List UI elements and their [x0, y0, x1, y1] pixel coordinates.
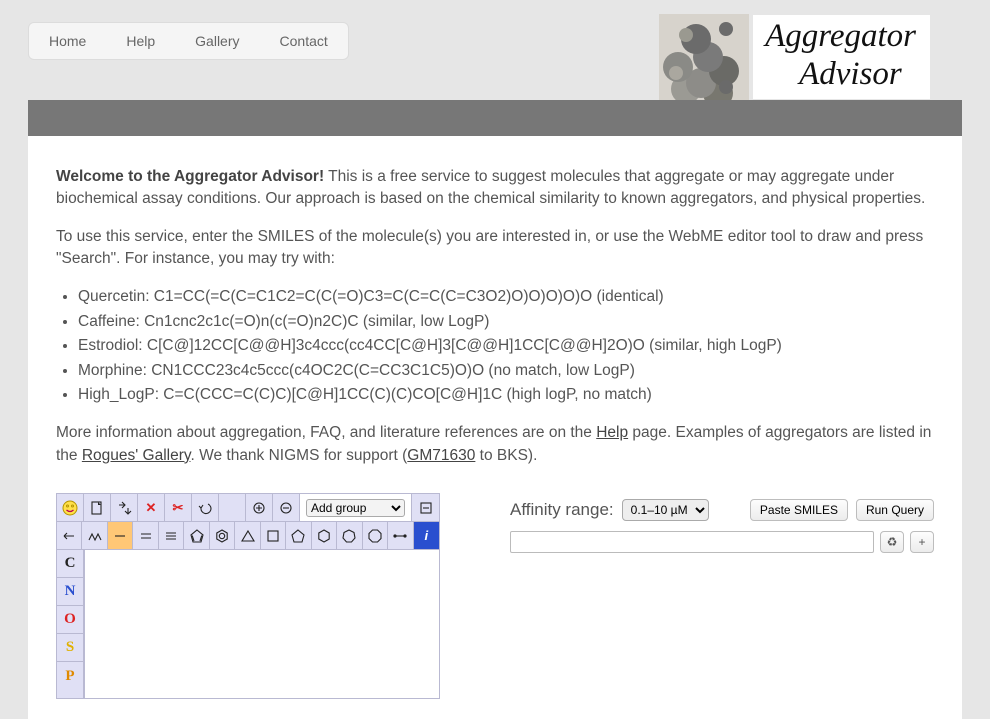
editor-toolbar-1: ✕ ✂ Add group: [57, 494, 439, 522]
single-bond-tool[interactable]: [108, 522, 133, 549]
octagon-ring-tool[interactable]: [363, 522, 388, 549]
more-info-text: More information about aggregation, FAQ,…: [56, 424, 596, 441]
list-item: Quercetin: C1=CC(=C(C=C1C2=C(C(=O)C3=C(C…: [78, 286, 934, 308]
example-list: Quercetin: C1=CC(=C(C=C1C2=C(C(=O)C3=C(C…: [60, 286, 934, 406]
list-item: High_LogP: C=C(CCC=C(C)C)[C@H]1CC(C)(C)C…: [78, 384, 934, 406]
bond-arrow-tool[interactable]: [388, 522, 413, 549]
smiles-input[interactable]: [510, 531, 874, 553]
howto-text: To use this service, enter the SMILES of…: [56, 226, 934, 271]
drawing-canvas[interactable]: [84, 550, 439, 698]
list-item: Morphine: CN1CCC23c4c5ccc(c4OC2C(C=CC3C1…: [78, 360, 934, 382]
list-item: Caffeine: Cn1cnc2c1c(=O)n(c(=O)n2C)C (si…: [78, 311, 934, 333]
header-bar: [28, 100, 962, 136]
new-icon[interactable]: [84, 494, 111, 521]
arrow-tool[interactable]: [57, 522, 82, 549]
logo-aggregate-image: [659, 14, 749, 100]
chain-tool[interactable]: [82, 522, 107, 549]
atom-o[interactable]: O: [57, 606, 83, 634]
undo-icon[interactable]: [192, 494, 219, 521]
main-nav: Home Help Gallery Contact: [28, 22, 349, 60]
zoom-in-icon[interactable]: [246, 494, 273, 521]
add-group-select[interactable]: Add group: [306, 499, 405, 517]
triangle-ring-tool[interactable]: [235, 522, 260, 549]
blank-tool[interactable]: [219, 494, 246, 521]
nav-contact[interactable]: Contact: [260, 23, 348, 59]
benzene-tool[interactable]: [210, 522, 235, 549]
atom-palette: C N O S P: [57, 550, 84, 698]
rogues-gallery-link[interactable]: Rogues' Gallery: [82, 447, 191, 464]
welcome-heading: Welcome to the Aggregator Advisor!: [56, 168, 324, 185]
reset-button[interactable]: ♻: [880, 531, 904, 553]
cut-icon[interactable]: ✂: [165, 494, 192, 521]
intro-text: Welcome to the Aggregator Advisor! This …: [56, 166, 934, 468]
more-info-text: to BKS).: [475, 447, 537, 464]
atom-p[interactable]: P: [57, 662, 83, 690]
triple-bond-tool[interactable]: [159, 522, 184, 549]
logo: Aggregator Advisor: [659, 14, 930, 100]
square-ring-tool[interactable]: [261, 522, 286, 549]
editor-toolbar-2: i: [57, 522, 439, 550]
cyclopentadiene-tool[interactable]: [184, 522, 209, 549]
help-link[interactable]: Help: [596, 424, 628, 441]
dropdown-tool[interactable]: [412, 494, 439, 521]
logo-line2: Advisor: [765, 56, 916, 94]
grant-link[interactable]: GM71630: [407, 447, 475, 464]
info-icon[interactable]: i: [414, 522, 439, 549]
hexagon-ring-tool[interactable]: [312, 522, 337, 549]
double-bond-tool[interactable]: [133, 522, 158, 549]
atom-s[interactable]: S: [57, 634, 83, 662]
logo-line1: Aggregator: [765, 18, 916, 56]
run-query-button[interactable]: Run Query: [856, 499, 934, 521]
atom-c[interactable]: C: [57, 550, 83, 578]
nav-help[interactable]: Help: [106, 23, 175, 59]
pentagon-ring-tool[interactable]: [286, 522, 311, 549]
delete-icon[interactable]: ✕: [138, 494, 165, 521]
more-info-text: . We thank NIGMS for support (: [191, 447, 408, 464]
smile-icon[interactable]: [57, 494, 84, 521]
logo-text: Aggregator Advisor: [753, 15, 930, 100]
zoom-out-icon[interactable]: [273, 494, 300, 521]
heptagon-ring-tool[interactable]: [337, 522, 362, 549]
add-group-select-wrap: Add group: [300, 494, 412, 521]
query-panel: Affinity range: 0.1–10 µM Paste SMILES R…: [510, 493, 934, 553]
structure-editor: ✕ ✂ Add group: [56, 493, 440, 699]
move-icon[interactable]: [111, 494, 138, 521]
nav-gallery[interactable]: Gallery: [175, 23, 259, 59]
affinity-label: Affinity range:: [510, 500, 614, 520]
paste-smiles-button[interactable]: Paste SMILES: [750, 499, 848, 521]
list-item: Estrodiol: C[C@]12CC[C@@H]3c4ccc(cc4CC[C…: [78, 335, 934, 357]
atom-n[interactable]: N: [57, 578, 83, 606]
affinity-select[interactable]: 0.1–10 µM: [622, 499, 709, 521]
add-button[interactable]: +: [910, 531, 934, 553]
nav-home[interactable]: Home: [29, 23, 106, 59]
